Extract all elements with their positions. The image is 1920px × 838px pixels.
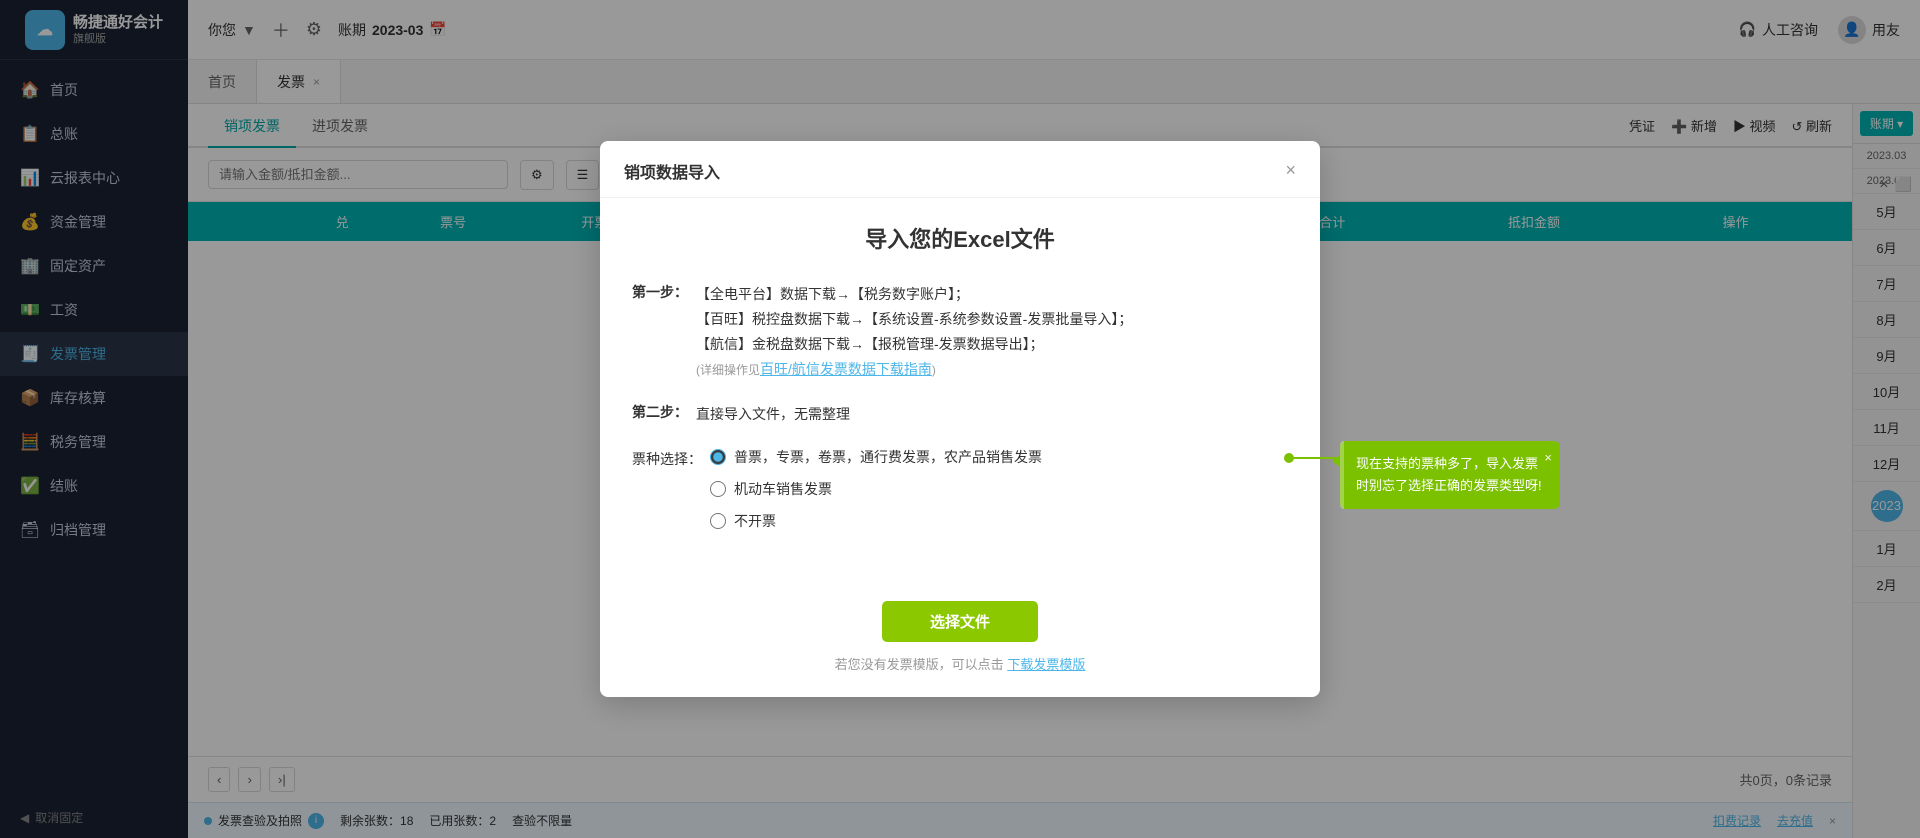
radio-general[interactable] — [710, 449, 726, 465]
modal-body: 导入您的Excel文件 第一步： 【全电平台】数据下载→【税务数字账户】； 【百… — [600, 198, 1320, 586]
modal-footer: 选择文件 若您没有发票模版，可以点击 下载发票模版 — [600, 585, 1320, 697]
tooltip-container: × 现在支持的票种多了，导入发票时别忘了选择正确的发票类型呀! — [1340, 441, 1560, 509]
modal-title: 销项数据导入 — [624, 159, 720, 183]
ticket-selection: 票种选择： 普票，专票，卷票，通行费发票，农产品销售发票 机动车销售发票 — [632, 447, 1288, 543]
tooltip-arrow — [1332, 455, 1340, 467]
tooltip-text: 现在支持的票种多了，导入发票时别忘了选择正确的发票类型呀! — [1356, 456, 1542, 493]
radio-motor[interactable] — [710, 481, 726, 497]
select-file-btn[interactable]: 选择文件 — [882, 601, 1038, 642]
radio-none-label: 不开票 — [734, 511, 776, 531]
modal-close-btn[interactable]: × — [1285, 160, 1296, 181]
radio-options: 普票，专票，卷票，通行费发票，农产品销售发票 机动车销售发票 不开票 — [710, 447, 1042, 543]
ticket-label: 票种选择： — [632, 447, 702, 469]
modal-header: 销项数据导入 × — [600, 141, 1320, 198]
step1-label: 第一步： — [632, 282, 688, 302]
radio-option-motor[interactable]: 机动车销售发票 — [710, 479, 1042, 499]
guide-link[interactable]: 百旺/航信发票数据下载指南 — [760, 361, 932, 377]
step1-hint: (详细操作见百旺/航信发票数据下载指南) — [696, 357, 1132, 382]
step1-line3: 【航信】金税盘数据下载→【报税管理-发票数据导出】； — [696, 332, 1132, 357]
radio-option-none[interactable]: 不开票 — [710, 511, 1042, 531]
tooltip-bar — [1340, 441, 1344, 509]
step2-content: 直接导入文件，无需整理 — [696, 402, 850, 427]
radio-option-general[interactable]: 普票，专票，卷票，通行费发票，农产品销售发票 — [710, 447, 1042, 467]
step2-text: 直接导入文件，无需整理 — [696, 406, 850, 422]
tooltip-line — [1288, 457, 1338, 459]
import-modal: 销项数据导入 × 导入您的Excel文件 第一步： 【全电平台】数据下载→【税务… — [600, 141, 1320, 698]
radio-motor-label: 机动车销售发票 — [734, 479, 832, 499]
footer-hint: 若您没有发票模版，可以点击 下载发票模版 — [624, 654, 1296, 673]
tooltip-bubble: × 现在支持的票种多了，导入发票时别忘了选择正确的发票类型呀! — [1340, 441, 1560, 509]
tooltip-close-btn[interactable]: × — [1544, 447, 1552, 469]
radio-none[interactable] — [710, 513, 726, 529]
footer-hint-text: 若您没有发票模版，可以点击 — [835, 657, 1004, 672]
download-template-link[interactable]: 下载发票模版 — [1007, 657, 1085, 672]
modal-main-title: 导入您的Excel文件 — [632, 222, 1288, 254]
modal-overlay: 销项数据导入 × 导入您的Excel文件 第一步： 【全电平台】数据下载→【税务… — [0, 0, 1920, 838]
step1-line1: 【全电平台】数据下载→【税务数字账户】； — [696, 282, 1132, 307]
step1-line2: 【百旺】税控盘数据下载→【系统设置-系统参数设置-发票批量导入】； — [696, 307, 1132, 332]
modal-step1: 第一步： 【全电平台】数据下载→【税务数字账户】； 【百旺】税控盘数据下载→【系… — [632, 282, 1288, 383]
radio-general-label: 普票，专票，卷票，通行费发票，农产品销售发票 — [734, 447, 1042, 467]
step2-label: 第二步： — [632, 402, 688, 422]
tooltip-dot — [1284, 453, 1294, 463]
modal-step2: 第二步： 直接导入文件，无需整理 — [632, 402, 1288, 427]
step1-content: 【全电平台】数据下载→【税务数字账户】； 【百旺】税控盘数据下载→【系统设置-系… — [696, 282, 1132, 383]
